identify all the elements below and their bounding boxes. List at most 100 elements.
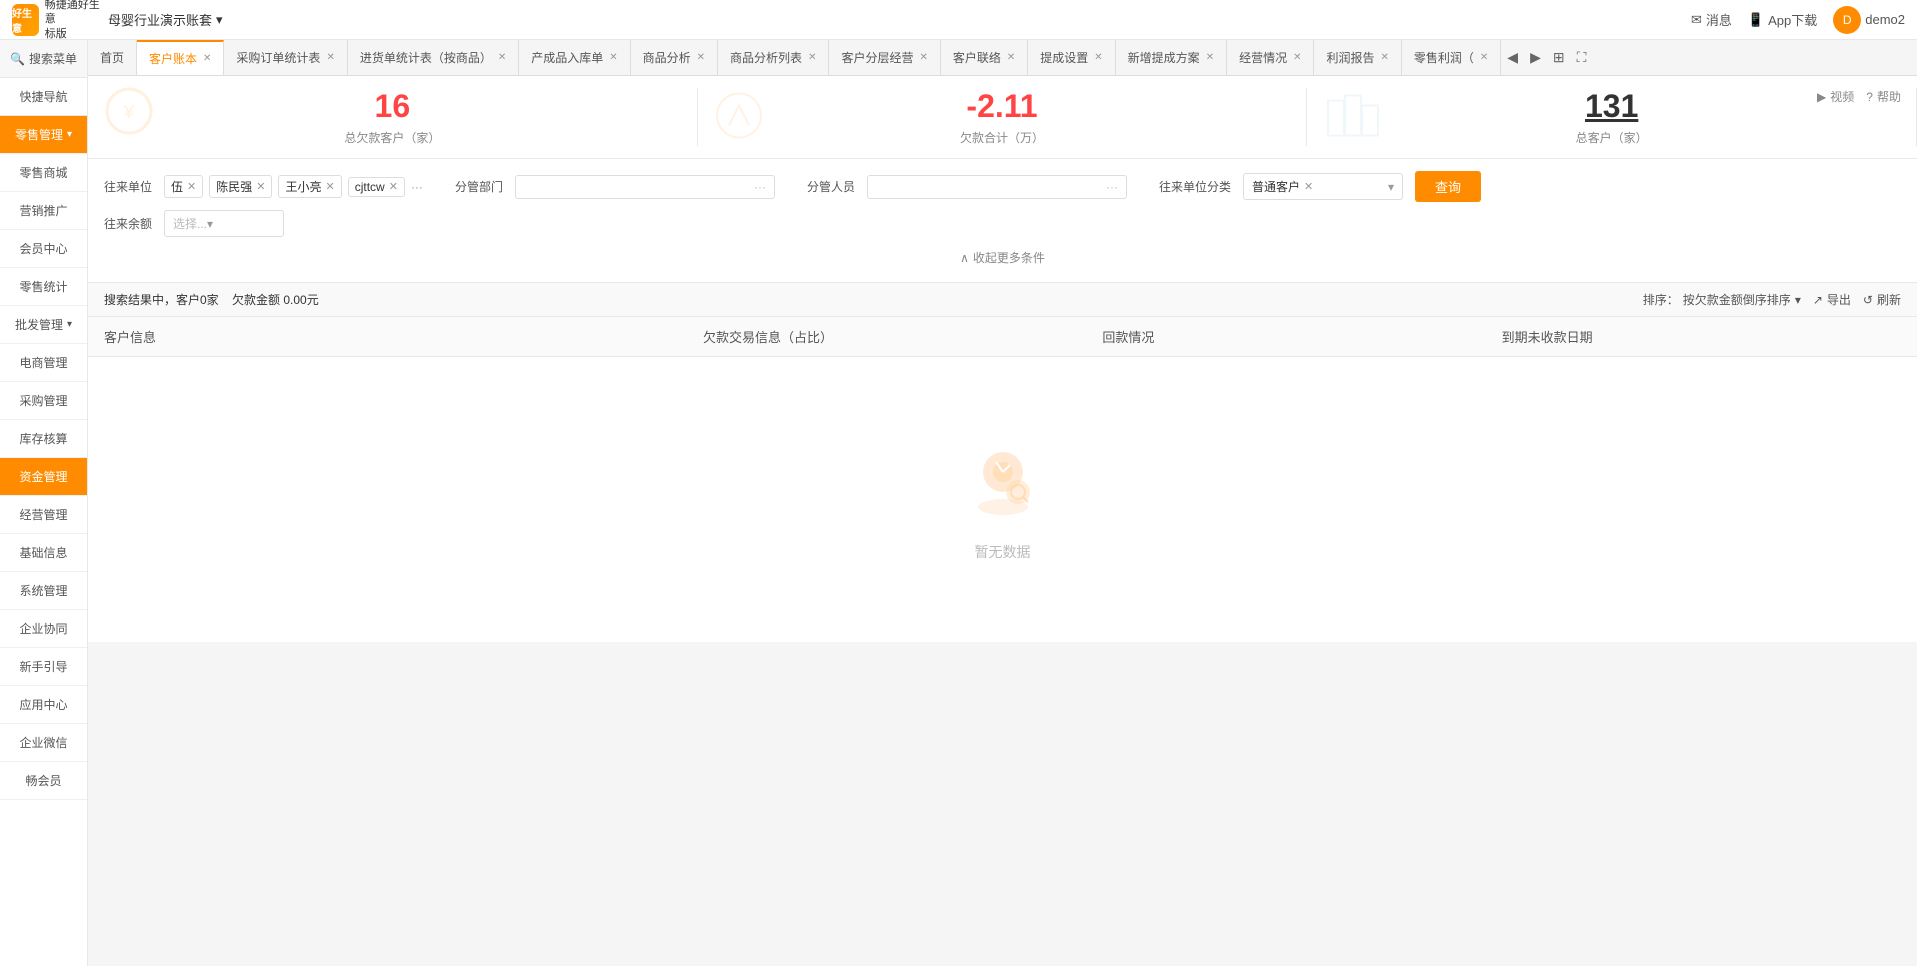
app-download-btn[interactable]: 📱 App下载 bbox=[1748, 10, 1817, 29]
tab-close-icon[interactable]: ✕ bbox=[1206, 52, 1214, 63]
tab-close-icon[interactable]: ✕ bbox=[326, 52, 334, 63]
remove-category[interactable]: ✕ bbox=[1304, 180, 1313, 193]
tab-product-analysis[interactable]: 商品分析 ✕ bbox=[631, 40, 718, 76]
download-icon: 📱 bbox=[1748, 12, 1764, 28]
refresh-btn[interactable]: ↺ 刷新 bbox=[1863, 291, 1901, 308]
tab-production[interactable]: 产成品入库单 ✕ bbox=[519, 40, 630, 76]
main-layout: 🔍 搜索菜单 快捷导航 零售管理 ▾ 零售商城 营销推广 会员中心 零售统计 批… bbox=[0, 40, 1917, 966]
sidebar-item-wholesale[interactable]: 批发管理 ▾ bbox=[0, 306, 87, 344]
remove-tag-wang[interactable]: ✕ bbox=[326, 180, 335, 193]
tab-operation[interactable]: 经营情况 ✕ bbox=[1227, 40, 1314, 76]
more-tags[interactable]: ··· bbox=[411, 180, 423, 194]
tab-retail-profit[interactable]: 零售利润（ ✕ bbox=[1402, 40, 1501, 76]
sidebar-item-app-center[interactable]: 应用中心 bbox=[0, 686, 87, 724]
tab-expand[interactable]: ⊞ bbox=[1547, 40, 1571, 76]
quick-nav-btn[interactable]: 快捷导航 bbox=[0, 78, 87, 116]
chevron-down-icon: ▾ bbox=[67, 319, 72, 330]
remove-tag-cjttcw[interactable]: ✕ bbox=[389, 180, 398, 193]
tab-purchase-stat[interactable]: 进货单统计表（按商品） ✕ bbox=[348, 40, 519, 76]
export-btn[interactable]: ↗ 导出 bbox=[1813, 291, 1851, 308]
unit-filter-label: 往来单位 bbox=[104, 178, 152, 195]
tab-close-icon[interactable]: ✕ bbox=[1381, 52, 1389, 63]
filter-row-2: 往来余额 选择... ▾ bbox=[104, 210, 1901, 237]
total-customers-label: 总客户（家） bbox=[1327, 129, 1896, 146]
sort-selector[interactable]: 排序： 按欠款金额倒序排序 ▾ bbox=[1643, 291, 1801, 308]
filter-tag-cjttcw: cjttcw ✕ bbox=[348, 177, 405, 197]
tab-product-list[interactable]: 商品分析列表 ✕ bbox=[718, 40, 829, 76]
message-btn[interactable]: ✉ 消息 bbox=[1691, 10, 1732, 29]
tab-close-icon[interactable]: ✕ bbox=[1007, 52, 1015, 63]
table-header: 客户信息 欠款交易信息（占比） 回款情况 到期未收款日期 bbox=[88, 317, 1917, 357]
tab-customer-layer[interactable]: 客户分层经营 ✕ bbox=[829, 40, 940, 76]
sidebar-item-wechat[interactable]: 企业微信 bbox=[0, 724, 87, 762]
tab-home[interactable]: 首页 bbox=[88, 40, 137, 76]
category-filter-label: 往来单位分类 bbox=[1159, 178, 1231, 195]
tab-close-icon[interactable]: ✕ bbox=[697, 52, 705, 63]
tab-close-icon[interactable]: ✕ bbox=[1293, 52, 1301, 63]
refresh-icon: ↺ bbox=[1863, 293, 1873, 307]
result-actions: 排序： 按欠款金额倒序排序 ▾ ↗ 导出 ↺ 刷新 bbox=[1643, 291, 1901, 308]
sidebar-item-purchase[interactable]: 采购管理 bbox=[0, 382, 87, 420]
sidebar-item-newbie[interactable]: 新手引导 bbox=[0, 648, 87, 686]
balance-input[interactable]: 选择... ▾ bbox=[164, 210, 284, 237]
dept-filter-label: 分管部门 bbox=[455, 178, 503, 195]
tab-close-icon[interactable]: ✕ bbox=[1094, 52, 1102, 63]
user-menu[interactable]: D demo2 bbox=[1833, 6, 1905, 34]
tab-scroll-right[interactable]: ▶ bbox=[1524, 40, 1547, 76]
query-button[interactable]: 查询 bbox=[1415, 171, 1481, 202]
tab-purchase-order[interactable]: 采购订单统计表 ✕ bbox=[224, 40, 347, 76]
tab-fullscreen[interactable]: ⛶ bbox=[1571, 40, 1593, 76]
debt-customers-value: 16 bbox=[108, 88, 677, 125]
filter-tag-wu: 伍 ✕ bbox=[164, 175, 203, 198]
sidebar-item-operation[interactable]: 经营管理 bbox=[0, 496, 87, 534]
person-select[interactable]: ··· bbox=[867, 175, 1127, 199]
sidebar-item-retail-stat[interactable]: 零售统计 bbox=[0, 268, 87, 306]
collapse-btn[interactable]: ∧ 收起更多条件 bbox=[104, 245, 1901, 270]
top-bar-right: ✉ 消息 📱 App下载 D demo2 bbox=[1691, 6, 1905, 34]
tab-bar: 首页 客户账本 ✕ 采购订单统计表 ✕ 进货单统计表（按商品） ✕ 产成品入库单… bbox=[88, 40, 1917, 76]
video-btn[interactable]: ▶ 视频 bbox=[1817, 88, 1854, 105]
chevron-down-icon: ▾ bbox=[207, 217, 213, 231]
filter-tag-wang: 王小亮 ✕ bbox=[278, 175, 341, 198]
tab-add-commission[interactable]: 新增提成方案 ✕ bbox=[1116, 40, 1227, 76]
person-filter-label: 分管人员 bbox=[807, 178, 855, 195]
sidebar-item-cooperation[interactable]: 企业协同 bbox=[0, 610, 87, 648]
sidebar-item-basic[interactable]: 基础信息 bbox=[0, 534, 87, 572]
remove-tag-wu[interactable]: ✕ bbox=[187, 180, 196, 193]
sidebar-item-finance[interactable]: 资金管理 bbox=[0, 458, 87, 496]
sidebar-item-system[interactable]: 系统管理 bbox=[0, 572, 87, 610]
avatar: D bbox=[1833, 6, 1861, 34]
filter-tag-chen: 陈民强 ✕ bbox=[209, 175, 272, 198]
debt-customers-label: 总欠款客户（家） bbox=[108, 129, 677, 146]
tab-close-icon[interactable]: ✕ bbox=[203, 53, 211, 64]
top-bar-left: 好生意 畅捷通好生意 标版 母婴行业演示账套 ▾ bbox=[12, 0, 223, 41]
sidebar-item-inventory[interactable]: 库存核算 bbox=[0, 420, 87, 458]
remove-tag-chen[interactable]: ✕ bbox=[256, 180, 265, 193]
logo-text: 畅捷通好生意 标版 bbox=[45, 0, 100, 41]
content-area: 首页 客户账本 ✕ 采购订单统计表 ✕ 进货单统计表（按商品） ✕ 产成品入库单… bbox=[88, 40, 1917, 966]
tab-close-icon[interactable]: ✕ bbox=[808, 52, 816, 63]
category-select[interactable]: 普通客户 ✕ ▾ bbox=[1243, 173, 1403, 200]
tab-profit-report[interactable]: 利润报告 ✕ bbox=[1314, 40, 1401, 76]
tab-customer-ledger[interactable]: 客户账本 ✕ bbox=[137, 40, 224, 76]
tab-scroll-left[interactable]: ◀ bbox=[1501, 40, 1524, 76]
tab-close-icon[interactable]: ✕ bbox=[1480, 52, 1488, 63]
tab-close-icon[interactable]: ✕ bbox=[498, 52, 506, 63]
person-more-icon: ··· bbox=[1106, 180, 1118, 194]
tab-commission-setting[interactable]: 提成设置 ✕ bbox=[1028, 40, 1115, 76]
sidebar-item-ecommerce[interactable]: 电商管理 bbox=[0, 344, 87, 382]
sidebar-item-retail-mall[interactable]: 零售商城 bbox=[0, 154, 87, 192]
tab-customer-contact[interactable]: 客户联络 ✕ bbox=[941, 40, 1028, 76]
search-menu-btn[interactable]: 🔍 搜索菜单 bbox=[0, 40, 87, 78]
help-btn[interactable]: ? 帮助 bbox=[1866, 88, 1901, 105]
dept-select[interactable]: ··· bbox=[515, 175, 775, 199]
sidebar-item-retail-manage[interactable]: 零售管理 ▾ bbox=[0, 116, 87, 154]
debt-total-value: -2.11 bbox=[718, 88, 1287, 125]
chevron-down-icon: ▾ bbox=[1388, 180, 1394, 194]
store-selector[interactable]: 母婴行业演示账套 ▾ bbox=[108, 10, 223, 29]
sidebar-item-marketing[interactable]: 营销推广 bbox=[0, 192, 87, 230]
tab-close-icon[interactable]: ✕ bbox=[919, 52, 927, 63]
sidebar-item-member[interactable]: 会员中心 bbox=[0, 230, 87, 268]
sidebar-item-vip[interactable]: 畅会员 bbox=[0, 762, 87, 800]
tab-close-icon[interactable]: ✕ bbox=[609, 52, 617, 63]
